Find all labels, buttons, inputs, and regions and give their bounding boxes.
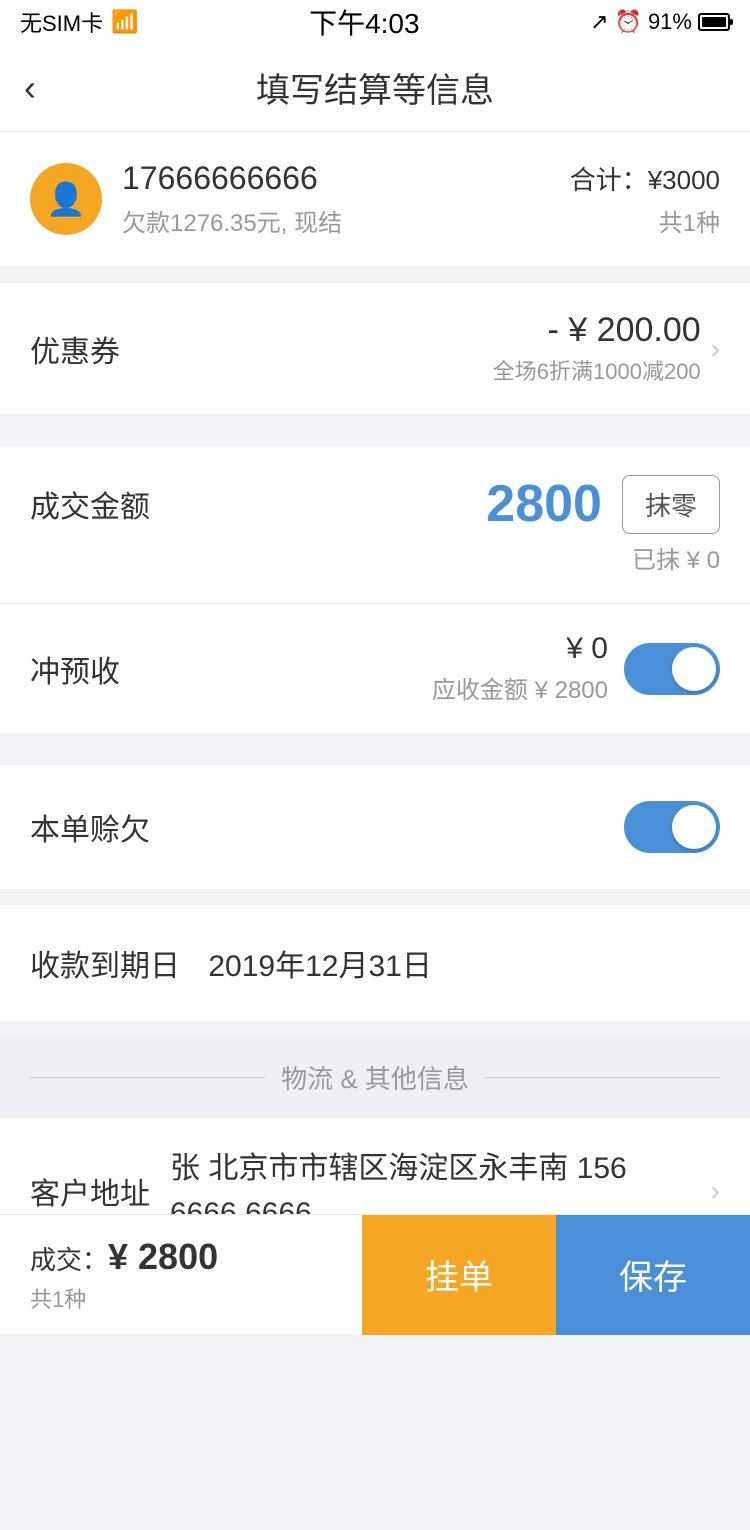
page-title: 填写结算等信息 — [256, 63, 494, 112]
prepay-right: ¥ 0 应收金额 ¥ 2800 — [432, 632, 720, 705]
status-time: 下午4:03 — [309, 2, 420, 42]
address-label: 客户地址 — [30, 1169, 150, 1213]
coupon-chevron: › — [711, 333, 720, 365]
battery-icon — [698, 13, 730, 31]
amount-row: 成交金额 2800 抹零 — [30, 474, 720, 534]
address-chevron: › — [711, 1175, 720, 1207]
alarm-icon: ⏰ — [615, 9, 642, 35]
logistics-section-header: 物流 & 其他信息 — [0, 1037, 750, 1118]
logistics-label: 物流 & 其他信息 — [281, 1059, 469, 1096]
user-row: 👤 17666666666 欠款1276.35元, 现结 合计：¥3000 共1… — [0, 132, 750, 266]
back-button[interactable]: ‹ — [24, 67, 36, 109]
header-line-right — [485, 1077, 720, 1078]
user-right: 合计：¥3000 共1种 — [570, 160, 720, 238]
wifi-icon: 📶 — [111, 9, 138, 35]
coupon-label: 优惠券 — [30, 327, 120, 371]
coupon-amount: - ¥ 200.00 — [493, 311, 701, 350]
avatar: 👤 — [30, 163, 102, 235]
debt-section: 本单赊欠 — [0, 765, 750, 889]
amount-right: 2800 抹零 — [486, 474, 720, 534]
summary-amount: ¥ 2800 — [108, 1236, 218, 1277]
prepay-amount: ¥ 0 — [432, 632, 608, 666]
amount-section: 成交金额 2800 抹零 已抹 ¥ 0 — [0, 446, 750, 603]
prepay-amount-wrap: ¥ 0 应收金额 ¥ 2800 — [432, 632, 608, 705]
amount-sub: 已抹 ¥ 0 — [30, 540, 720, 575]
prepay-label: 冲预收 — [30, 647, 120, 691]
user-phone: 17666666666 — [122, 160, 342, 197]
user-left: 👤 17666666666 欠款1276.35元, 现结 — [30, 160, 342, 238]
debt-toggle[interactable] — [624, 801, 720, 853]
round-button[interactable]: 抹零 — [622, 475, 720, 534]
nav-bar: ‹ 填写结算等信息 — [0, 44, 750, 132]
coupon-desc: 全场6折满1000减200 — [493, 354, 701, 386]
coupon-right-wrap: - ¥ 200.00 全场6折满1000减200 — [493, 311, 701, 386]
bottom-summary-top: 成交：¥ 2800 — [30, 1236, 332, 1278]
divider-1 — [0, 430, 750, 446]
amount-value: 2800 — [486, 474, 602, 534]
duedate-value: 2019年12月31日 — [208, 950, 431, 983]
hang-button[interactable]: 挂单 — [362, 1215, 556, 1335]
summary-count: 共1种 — [30, 1282, 332, 1314]
user-debt: 欠款1276.35元, 现结 — [122, 203, 342, 238]
duedate-section: 收款到期日 2019年12月31日 — [0, 905, 750, 1021]
header-line-left — [30, 1077, 265, 1078]
divider-2 — [0, 749, 750, 765]
battery-text: 91% — [648, 9, 692, 35]
status-right: ↗ ⏰ 91% — [590, 9, 730, 35]
prepay-section: 冲预收 ¥ 0 应收金额 ¥ 2800 — [0, 603, 750, 733]
save-button[interactable]: 保存 — [556, 1215, 750, 1335]
prepay-row: 冲预收 ¥ 0 应收金额 ¥ 2800 — [30, 632, 720, 705]
summary-label: 成交： — [30, 1245, 108, 1275]
bottom-summary: 成交：¥ 2800 共1种 — [0, 1236, 362, 1314]
prepay-toggle[interactable] — [624, 643, 720, 695]
coupon-row[interactable]: 优惠券 - ¥ 200.00 全场6折满1000减200 › — [0, 282, 750, 414]
user-info: 17666666666 欠款1276.35元, 现结 — [122, 160, 342, 238]
prepay-sub: 应收金额 ¥ 2800 — [432, 670, 608, 705]
coupon-right: - ¥ 200.00 全场6折满1000减200 › — [493, 311, 720, 386]
total-label: 合计：¥3000 — [570, 160, 720, 197]
total-count: 共1种 — [570, 203, 720, 238]
status-left: 无SIM卡 📶 — [20, 6, 139, 38]
amount-label: 成交金额 — [30, 482, 150, 526]
gps-icon: ↗ — [590, 9, 608, 35]
bottom-bar: 成交：¥ 2800 共1种 挂单 保存 — [0, 1214, 750, 1334]
debt-label: 本单赊欠 — [30, 805, 150, 849]
status-bar: 无SIM卡 📶 下午4:03 ↗ ⏰ 91% — [0, 0, 750, 44]
sim-text: 无SIM卡 — [20, 6, 103, 38]
duedate-label: 收款到期日 — [30, 950, 180, 983]
